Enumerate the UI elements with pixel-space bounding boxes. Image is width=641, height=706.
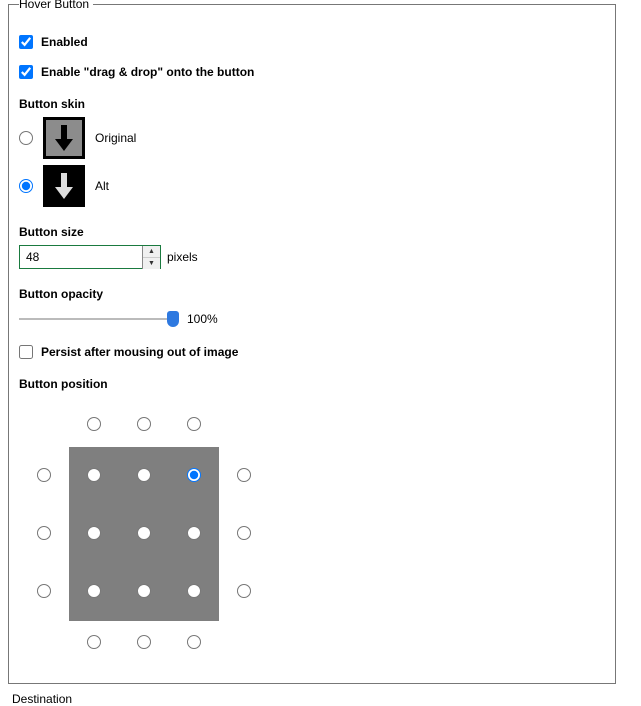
position-cell — [169, 621, 219, 665]
size-row: ▲ ▼ pixels — [19, 245, 605, 269]
position-cell — [119, 621, 169, 665]
size-spinner: ▲ ▼ — [19, 245, 161, 269]
enabled-label: Enabled — [41, 35, 88, 49]
position-cell — [219, 563, 269, 621]
position-cell — [19, 563, 69, 621]
position-radio-r4-c3[interactable] — [187, 635, 201, 649]
group-legend: Hover Button — [19, 0, 93, 11]
skin-original-preview — [43, 117, 85, 159]
position-radio-r3-c0[interactable] — [37, 584, 51, 598]
position-radio-r3-c1[interactable] — [87, 584, 101, 598]
position-radio-r3-c3[interactable] — [187, 584, 201, 598]
position-radio-r1-c0[interactable] — [37, 468, 51, 482]
position-cell — [19, 403, 69, 447]
skin-alt-preview — [43, 165, 85, 207]
position-cell — [219, 505, 269, 563]
persist-checkbox[interactable] — [19, 345, 33, 359]
dragdrop-checkbox[interactable] — [19, 65, 33, 79]
position-radio-r4-c1[interactable] — [87, 635, 101, 649]
persist-row: Persist after mousing out of image — [19, 345, 605, 359]
position-cell — [169, 447, 219, 505]
opacity-section-label: Button opacity — [19, 287, 605, 301]
slider-thumb[interactable] — [167, 311, 179, 327]
persist-label: Persist after mousing out of image — [41, 345, 238, 359]
skin-original-radio[interactable] — [19, 131, 33, 145]
position-cell — [19, 621, 69, 665]
opacity-slider[interactable] — [19, 309, 179, 329]
position-radio-r0-c2[interactable] — [137, 417, 151, 431]
position-cell — [69, 505, 119, 563]
position-cell — [19, 447, 69, 505]
position-radio-r2-c0[interactable] — [37, 526, 51, 540]
next-section-label: Destination — [12, 692, 641, 706]
spinner-buttons: ▲ ▼ — [142, 246, 160, 269]
skin-section-label: Button skin — [19, 97, 605, 111]
size-input[interactable] — [20, 250, 142, 264]
size-section-label: Button size — [19, 225, 605, 239]
position-radio-r1-c1[interactable] — [87, 468, 101, 482]
opacity-value-label: 100% — [187, 312, 218, 326]
slider-track — [19, 318, 179, 320]
hover-button-group: Hover Button Enabled Enable "drag & drop… — [8, 4, 616, 684]
position-section-label: Button position — [19, 377, 605, 391]
position-radio-r0-c3[interactable] — [187, 417, 201, 431]
dragdrop-label: Enable "drag & drop" onto the button — [41, 65, 254, 79]
position-cell — [19, 505, 69, 563]
arrow-down-icon — [52, 123, 76, 153]
position-grid — [19, 403, 605, 665]
enabled-checkbox[interactable] — [19, 35, 33, 49]
position-cell — [69, 563, 119, 621]
position-radio-r2-c4[interactable] — [237, 526, 251, 540]
position-cell — [119, 403, 169, 447]
position-radio-r1-c4[interactable] — [237, 468, 251, 482]
position-cell — [219, 621, 269, 665]
position-radio-r3-c4[interactable] — [237, 584, 251, 598]
position-cell — [69, 447, 119, 505]
spinner-up-button[interactable]: ▲ — [143, 246, 160, 258]
position-cell — [169, 505, 219, 563]
spinner-down-button[interactable]: ▼ — [143, 258, 160, 269]
position-cell — [219, 403, 269, 447]
skin-original-row: Original — [19, 117, 605, 159]
position-cell — [69, 621, 119, 665]
skin-original-label: Original — [95, 131, 136, 145]
position-radio-r2-c2[interactable] — [137, 526, 151, 540]
position-cell — [169, 563, 219, 621]
position-cell — [119, 563, 169, 621]
position-radio-r4-c2[interactable] — [137, 635, 151, 649]
position-cell — [219, 447, 269, 505]
skin-alt-radio[interactable] — [19, 179, 33, 193]
size-unit: pixels — [167, 250, 198, 264]
position-cell — [169, 403, 219, 447]
enabled-row: Enabled — [19, 35, 605, 49]
position-cell — [69, 403, 119, 447]
arrow-down-icon — [52, 171, 76, 201]
opacity-row: 100% — [19, 309, 605, 329]
position-radio-r1-c3[interactable] — [187, 468, 201, 482]
position-radio-r2-c3[interactable] — [187, 526, 201, 540]
skin-alt-row: Alt — [19, 165, 605, 207]
position-radio-r0-c1[interactable] — [87, 417, 101, 431]
position-cell — [119, 447, 169, 505]
position-cell — [119, 505, 169, 563]
position-radio-r2-c1[interactable] — [87, 526, 101, 540]
skin-alt-label: Alt — [95, 179, 109, 193]
position-radio-r1-c2[interactable] — [137, 468, 151, 482]
position-radio-r3-c2[interactable] — [137, 584, 151, 598]
dragdrop-row: Enable "drag & drop" onto the button — [19, 65, 605, 79]
